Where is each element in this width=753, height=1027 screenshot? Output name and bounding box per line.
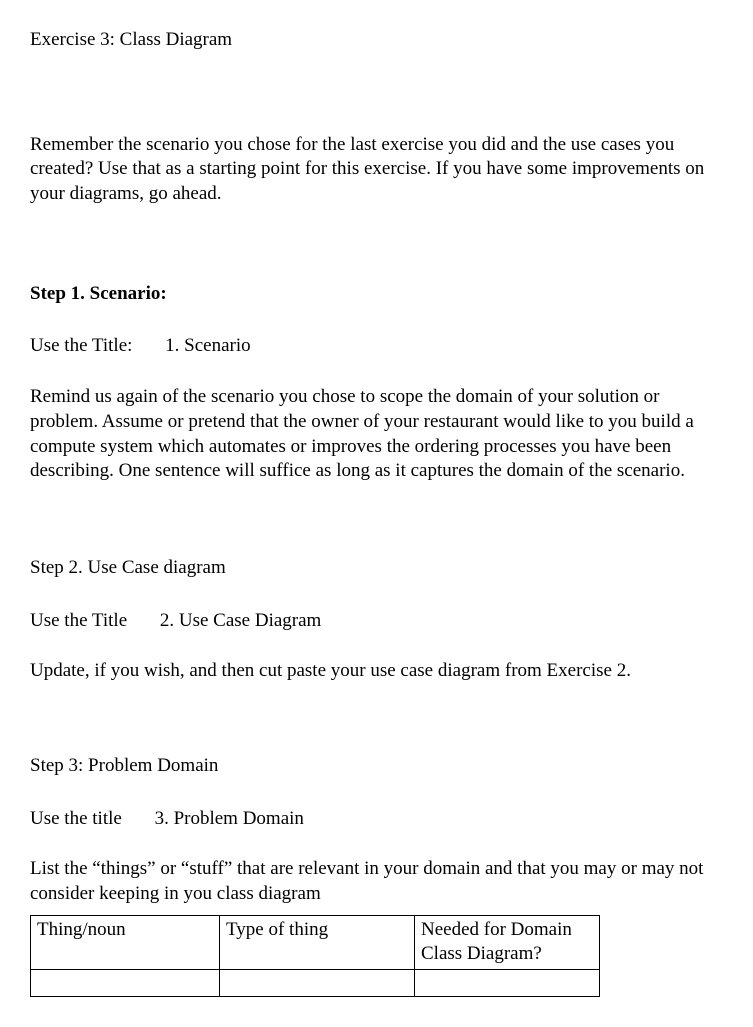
step2-subtitle-row: Use the Title 2. Use Case Diagram — [30, 609, 723, 634]
step1-use-value: 1. Scenario — [165, 334, 250, 359]
step3-heading: Step 3: Problem Domain — [30, 754, 723, 779]
table-cell — [31, 970, 220, 997]
step3-subtitle-row: Use the title 3. Problem Domain — [30, 807, 723, 832]
step2-heading: Step 2. Use Case diagram — [30, 556, 723, 581]
table-cell — [220, 970, 415, 997]
table-header-cell: Needed for Domain Class Diagram? — [415, 915, 600, 969]
table-header-row: Thing/noun Type of thing Needed for Doma… — [31, 915, 600, 969]
step1-subtitle-row: Use the Title: 1. Scenario — [30, 334, 723, 359]
step3-use-value: 3. Problem Domain — [155, 807, 304, 832]
step2-use-label: Use the Title — [30, 609, 127, 634]
step3-use-label: Use the title — [30, 807, 122, 832]
step2-body: Update, if you wish, and then cut paste … — [30, 659, 723, 684]
step3-body: List the “things” or “stuff” that are re… — [30, 857, 723, 906]
intro-paragraph: Remember the scenario you chose for the … — [30, 133, 723, 207]
step1-heading: Step 1. Scenario: — [30, 282, 723, 307]
table-header-cell: Type of thing — [220, 915, 415, 969]
step1-body: Remind us again of the scenario you chos… — [30, 385, 723, 484]
table-header-cell: Thing/noun — [31, 915, 220, 969]
table-row — [31, 970, 600, 997]
exercise-title: Exercise 3: Class Diagram — [30, 28, 723, 53]
problem-domain-table: Thing/noun Type of thing Needed for Doma… — [30, 915, 600, 997]
step1-use-label: Use the Title: — [30, 334, 132, 359]
step2-use-value: 2. Use Case Diagram — [160, 609, 321, 634]
table-cell — [415, 970, 600, 997]
